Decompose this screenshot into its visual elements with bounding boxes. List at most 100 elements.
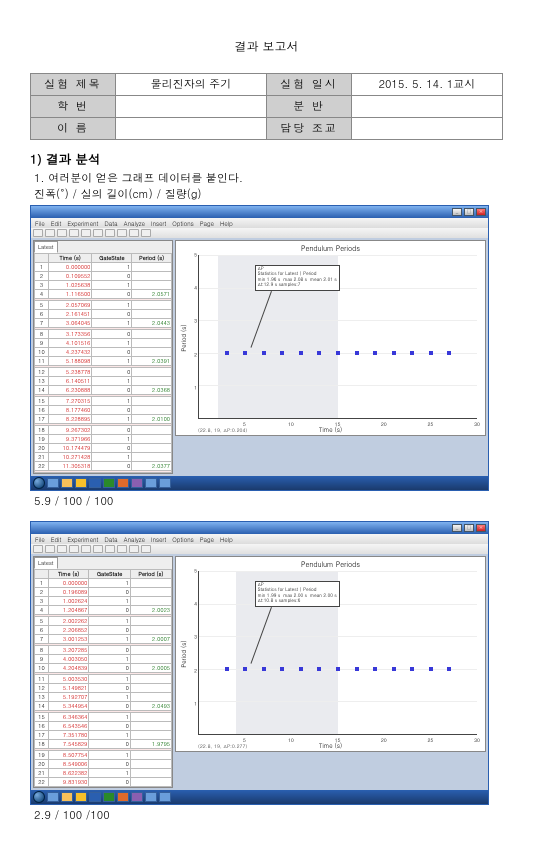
taskbar-icon[interactable] bbox=[89, 478, 101, 488]
taskbar-icon[interactable] bbox=[61, 792, 73, 802]
tool-icon[interactable] bbox=[117, 229, 127, 237]
tool-icon[interactable] bbox=[57, 545, 67, 553]
taskbar-icon[interactable] bbox=[103, 792, 115, 802]
table-row[interactable]: 136.1405111 bbox=[35, 377, 172, 386]
table-row[interactable]: 168.1774600 bbox=[35, 406, 172, 415]
taskbar-icon[interactable] bbox=[47, 478, 59, 488]
start-button[interactable] bbox=[33, 477, 45, 489]
table-row[interactable]: 10.0000001 bbox=[35, 579, 172, 588]
table-row[interactable]: 41.11650002.0571 bbox=[35, 290, 172, 299]
taskbar-icon[interactable] bbox=[61, 478, 73, 488]
menu-insert[interactable]: Insert bbox=[151, 219, 166, 228]
table-row[interactable]: 157.2703151 bbox=[35, 397, 172, 406]
table-row[interactable]: 198.5077541 bbox=[35, 751, 172, 760]
table-row[interactable]: 73.00125312.0007 bbox=[35, 635, 172, 644]
menu-insert[interactable]: Insert bbox=[151, 535, 166, 544]
table-row[interactable]: 31.0256381 bbox=[35, 281, 172, 290]
tool-icon[interactable] bbox=[81, 229, 91, 237]
table-row[interactable]: 20.1095520 bbox=[35, 272, 172, 281]
taskbar-icon[interactable] bbox=[75, 478, 87, 488]
table-row[interactable]: 104.20483902.0005 bbox=[35, 664, 172, 673]
table-row[interactable]: 41.20486702.0023 bbox=[35, 606, 172, 615]
taskbar-icon[interactable] bbox=[47, 792, 59, 802]
table-row[interactable]: 125.1498210 bbox=[35, 684, 172, 693]
table-row[interactable]: 229.8319300 bbox=[35, 778, 172, 787]
tool-icon[interactable] bbox=[117, 545, 127, 553]
maximize-button[interactable]: □ bbox=[464, 208, 474, 216]
table-row[interactable]: 146.23088802.0368 bbox=[35, 386, 172, 395]
table-row[interactable]: 94.0030501 bbox=[35, 655, 172, 664]
table-row[interactable]: 104.2374320 bbox=[35, 348, 172, 357]
menu-data[interactable]: Data bbox=[104, 219, 117, 228]
taskbar-icon[interactable] bbox=[159, 792, 171, 802]
table-row[interactable]: 187.54582901.9795 bbox=[35, 740, 172, 749]
table-row[interactable]: 2110.2714281 bbox=[35, 453, 172, 462]
table-row[interactable]: 189.2673020 bbox=[35, 426, 172, 435]
table-row[interactable]: 2010.1744790 bbox=[35, 444, 172, 453]
table-row[interactable]: 115.0035301 bbox=[35, 675, 172, 684]
table-row[interactable]: 156.3463641 bbox=[35, 713, 172, 722]
table-row[interactable]: 31.0026241 bbox=[35, 597, 172, 606]
menu-experiment[interactable]: Experiment bbox=[67, 535, 98, 544]
table-row[interactable]: 83.1733560 bbox=[35, 330, 172, 339]
table-row[interactable]: 73.06404512.0443 bbox=[35, 319, 172, 328]
table-row[interactable]: 135.1927071 bbox=[35, 693, 172, 702]
menu-edit[interactable]: Edit bbox=[51, 535, 62, 544]
tool-icon[interactable] bbox=[93, 229, 103, 237]
table-row[interactable]: 94.1015161 bbox=[35, 339, 172, 348]
table-row[interactable]: 62.2068520 bbox=[35, 626, 172, 635]
tool-icon[interactable] bbox=[93, 545, 103, 553]
window-titlebar-1[interactable]: _ □ × bbox=[31, 206, 488, 218]
close-button[interactable]: × bbox=[476, 524, 486, 532]
taskbar-icon[interactable] bbox=[159, 478, 171, 488]
menu-edit[interactable]: Edit bbox=[51, 219, 62, 228]
table-row[interactable]: 52.0570691 bbox=[35, 301, 172, 310]
tool-icon[interactable] bbox=[45, 229, 55, 237]
tool-icon[interactable] bbox=[57, 229, 67, 237]
maximize-button[interactable]: □ bbox=[464, 524, 474, 532]
menu-analyze[interactable]: Analyze bbox=[124, 219, 145, 228]
tool-icon[interactable] bbox=[129, 229, 139, 237]
table-row[interactable]: 115.18809812.0391 bbox=[35, 357, 172, 366]
taskbar-icon[interactable] bbox=[145, 792, 157, 802]
menu-help[interactable]: Help bbox=[220, 219, 233, 228]
taskbar-icon[interactable] bbox=[117, 792, 129, 802]
stats-callout[interactable]: ΔP Statistics for Latest | Period min 1.… bbox=[255, 581, 340, 607]
tool-icon[interactable] bbox=[141, 545, 151, 553]
menu-data[interactable]: Data bbox=[104, 535, 117, 544]
table-row[interactable]: 178.22889512.0100 bbox=[35, 415, 172, 424]
taskbar-icon[interactable] bbox=[145, 478, 157, 488]
tool-icon[interactable] bbox=[33, 545, 43, 553]
menu-options[interactable]: Options bbox=[172, 535, 193, 544]
table-row[interactable]: 20.1960890 bbox=[35, 588, 172, 597]
tool-icon[interactable] bbox=[69, 229, 79, 237]
table-row[interactable]: 52.0022621 bbox=[35, 617, 172, 626]
taskbar-icon[interactable] bbox=[89, 792, 101, 802]
table-row[interactable]: 125.2387780 bbox=[35, 368, 172, 377]
menu-file[interactable]: File bbox=[35, 219, 45, 228]
menu-page[interactable]: Page bbox=[200, 219, 214, 228]
stats-callout[interactable]: ΔP Statistics for Latest | Period min 1.… bbox=[255, 265, 340, 291]
minimize-button[interactable]: _ bbox=[452, 524, 462, 532]
menu-file[interactable]: File bbox=[35, 535, 45, 544]
table-row[interactable]: 2211.30531802.0377 bbox=[35, 462, 172, 471]
plot-area-1[interactable]: ΔP Statistics for Latest | Period min 1.… bbox=[198, 255, 477, 419]
table-row[interactable]: 83.2072850 bbox=[35, 646, 172, 655]
tool-icon[interactable] bbox=[33, 229, 43, 237]
taskbar-icon[interactable] bbox=[75, 792, 87, 802]
start-button[interactable] bbox=[33, 791, 45, 803]
table-row[interactable]: 62.1614510 bbox=[35, 310, 172, 319]
taskbar-icon[interactable] bbox=[131, 478, 143, 488]
table-row[interactable]: 177.3517801 bbox=[35, 731, 172, 740]
tool-icon[interactable] bbox=[45, 545, 55, 553]
table-row[interactable]: 218.6223821 bbox=[35, 769, 172, 778]
table-row[interactable]: 199.3719661 bbox=[35, 435, 172, 444]
plot-area-2[interactable]: ΔP Statistics for Latest | Period min 1.… bbox=[198, 571, 477, 735]
table-row[interactable]: 145.34495402.0493 bbox=[35, 702, 172, 711]
tool-icon[interactable] bbox=[129, 545, 139, 553]
taskbar-icon[interactable] bbox=[103, 478, 115, 488]
menu-page[interactable]: Page bbox=[200, 535, 214, 544]
menu-help[interactable]: Help bbox=[220, 535, 233, 544]
tool-icon[interactable] bbox=[105, 545, 115, 553]
taskbar-icon[interactable] bbox=[131, 792, 143, 802]
